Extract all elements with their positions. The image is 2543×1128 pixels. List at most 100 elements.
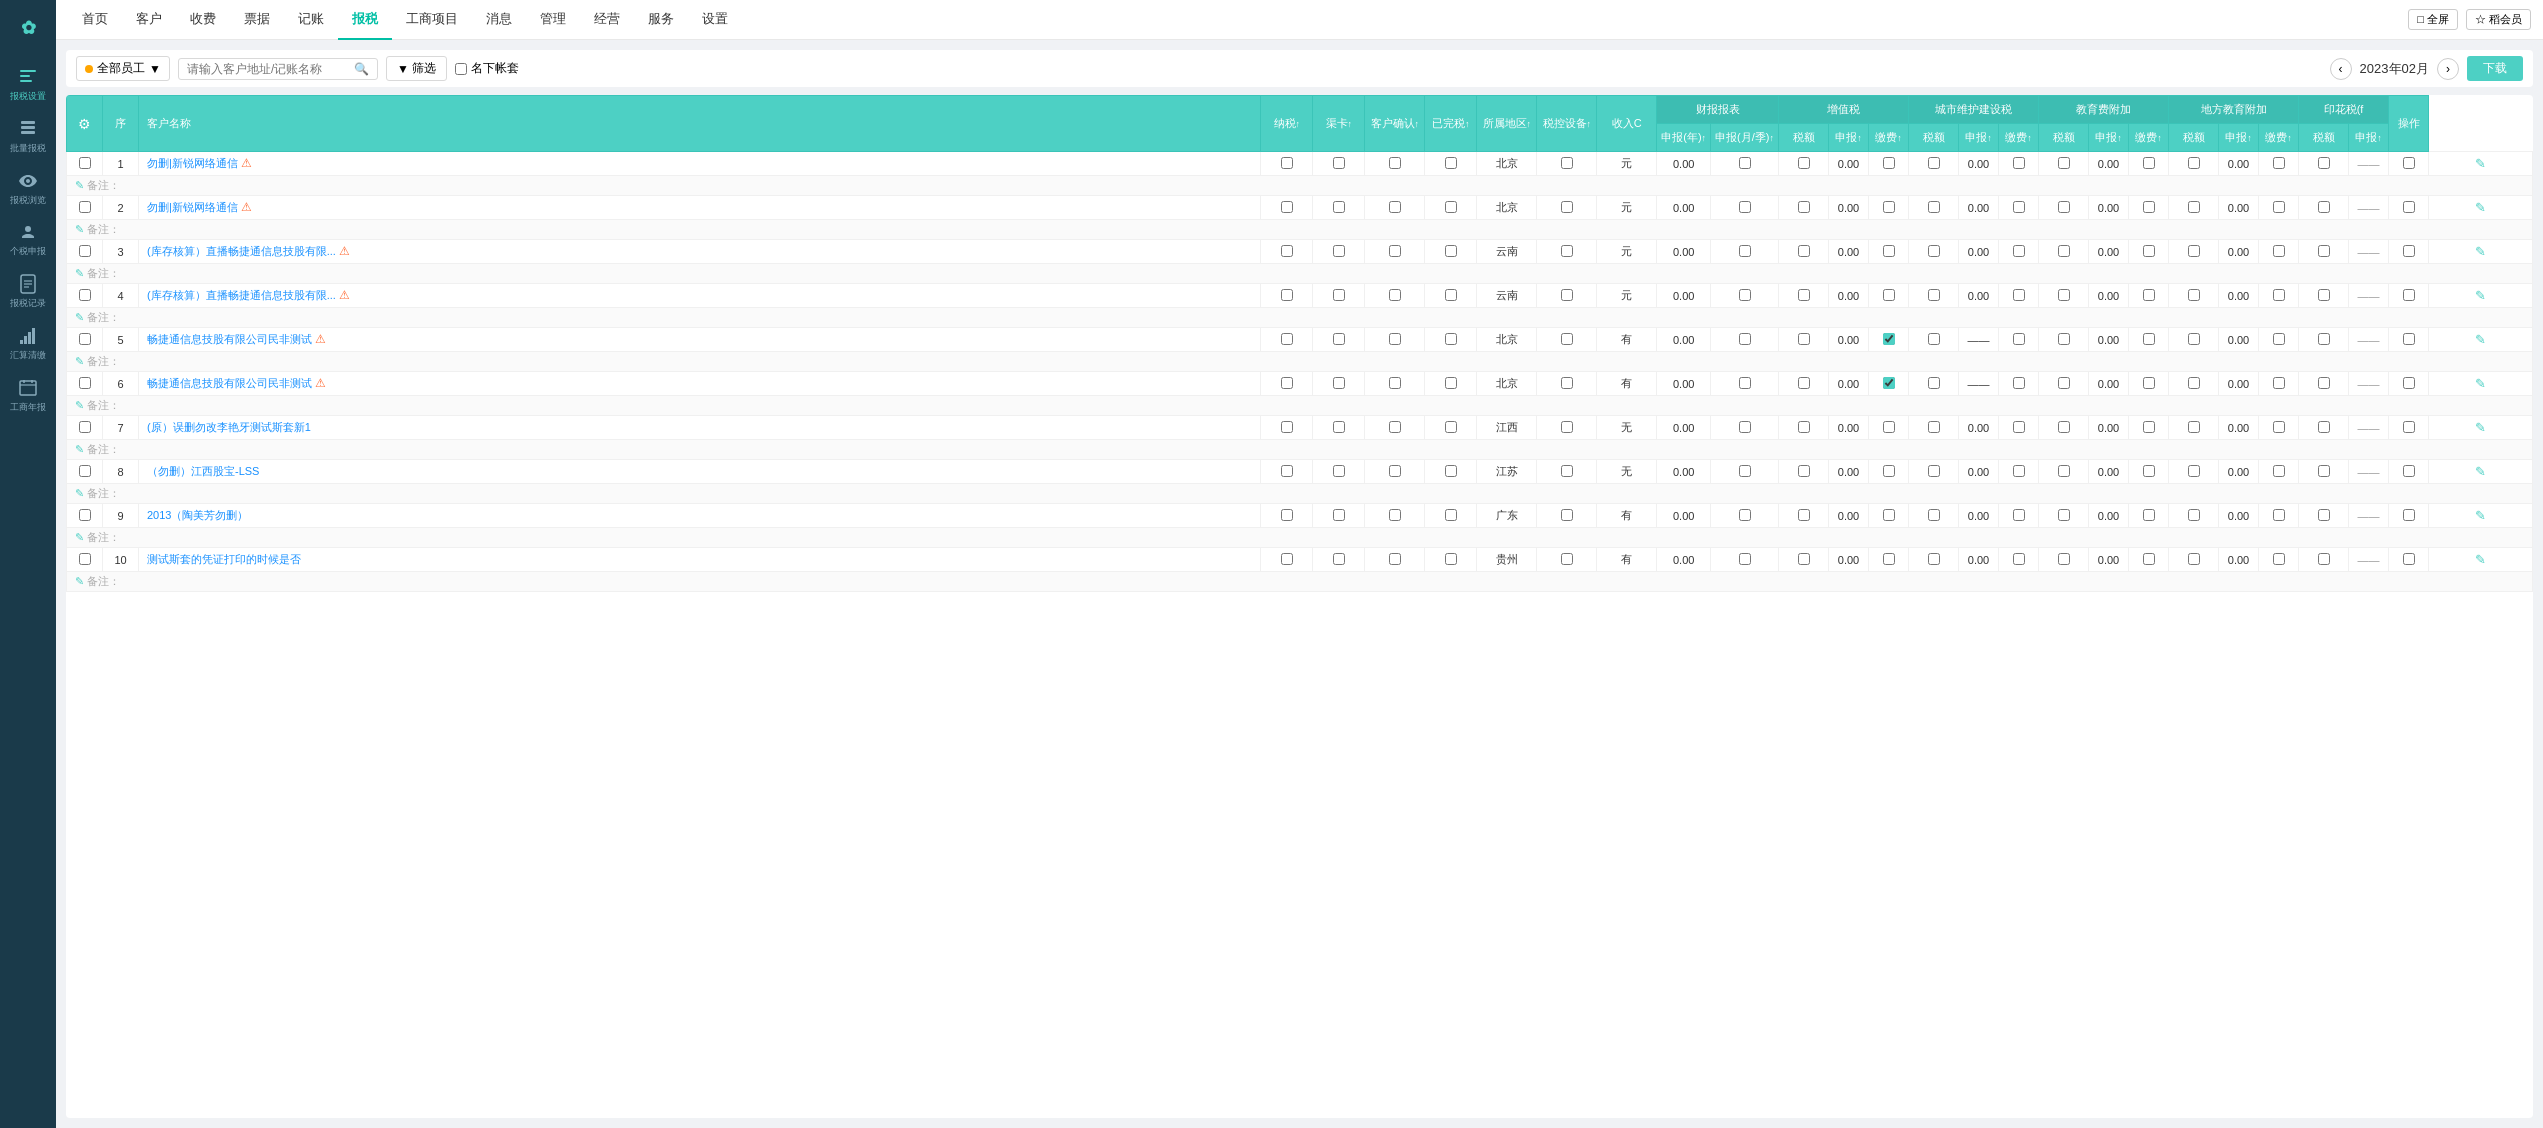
- nav-accounting[interactable]: 记账: [284, 0, 338, 40]
- row-edu-filed[interactable]: [2129, 328, 2169, 352]
- row-urban-paid[interactable]: [2039, 152, 2089, 176]
- row-vat-filed[interactable]: [1869, 152, 1909, 176]
- row-fin-month[interactable]: [1779, 284, 1829, 308]
- fullscreen-btn[interactable]: □ 全屏: [2408, 9, 2458, 30]
- row-local-edu-filed[interactable]: [2259, 460, 2299, 484]
- th-region[interactable]: 所属地区↑: [1477, 96, 1537, 152]
- th-local-edu-filed[interactable]: 申报↑: [2219, 124, 2259, 152]
- row-urban-paid[interactable]: [2039, 328, 2089, 352]
- row-edu-paid[interactable]: [2169, 504, 2219, 528]
- row-urban-filed[interactable]: [1999, 372, 2039, 396]
- row-stamp-filed[interactable]: [2389, 152, 2429, 176]
- nav-home[interactable]: 首页: [68, 0, 122, 40]
- row-local-edu-filed[interactable]: [2259, 372, 2299, 396]
- row-urban-paid[interactable]: [2039, 196, 2089, 220]
- row-local-edu-filed[interactable]: [2259, 284, 2299, 308]
- row-local-edu-filed[interactable]: [2259, 196, 2299, 220]
- row-checkbox-cell[interactable]: [67, 152, 103, 176]
- filter-button[interactable]: ▼ 筛选: [386, 56, 447, 81]
- edit-icon[interactable]: ✎: [2475, 156, 2486, 171]
- row-local-edu-paid[interactable]: [2299, 460, 2349, 484]
- row-checkbox-cell[interactable]: [67, 548, 103, 572]
- row-local-edu-paid[interactable]: [2299, 372, 2349, 396]
- note-cell[interactable]: ✎ 备注：: [67, 572, 2533, 592]
- nav-invoice[interactable]: 票据: [230, 0, 284, 40]
- row-vat-filed[interactable]: [1869, 328, 1909, 352]
- th-urban-filed[interactable]: 申报↑: [1959, 124, 1999, 152]
- th-done[interactable]: 已完税↑: [1425, 96, 1477, 152]
- row-vat-paid[interactable]: [1909, 548, 1959, 572]
- row-vat-filed[interactable]: [1869, 372, 1909, 396]
- th-vat-filed[interactable]: 申报↑: [1829, 124, 1869, 152]
- row-vat-paid[interactable]: [1909, 416, 1959, 440]
- row-action[interactable]: ✎: [2429, 196, 2533, 220]
- row-stamp-filed[interactable]: [2389, 504, 2429, 528]
- row-vat-filed[interactable]: [1869, 196, 1909, 220]
- nav-service[interactable]: 服务: [634, 0, 688, 40]
- row-fin-year[interactable]: [1711, 196, 1779, 220]
- row-action[interactable]: ✎: [2429, 328, 2533, 352]
- row-fin-month[interactable]: [1779, 460, 1829, 484]
- row-edu-paid[interactable]: [2169, 460, 2219, 484]
- row-fin-month[interactable]: [1779, 196, 1829, 220]
- note-edit-icon[interactable]: ✎: [75, 443, 84, 455]
- row-client-name[interactable]: 勿删|新锐网络通信⚠: [139, 152, 1261, 176]
- row-urban-paid[interactable]: [2039, 460, 2089, 484]
- row-local-edu-paid[interactable]: [2299, 240, 2349, 264]
- row-fin-month[interactable]: [1779, 504, 1829, 528]
- row-vat-filed[interactable]: [1869, 460, 1909, 484]
- next-date-btn[interactable]: ›: [2437, 58, 2459, 80]
- row-urban-paid[interactable]: [2039, 548, 2089, 572]
- nav-management[interactable]: 管理: [526, 0, 580, 40]
- row-vat-paid[interactable]: [1909, 372, 1959, 396]
- row-urban-paid[interactable]: [2039, 284, 2089, 308]
- row-fin-month[interactable]: [1779, 328, 1829, 352]
- th-revenue[interactable]: 收入C: [1597, 96, 1657, 152]
- note-edit-icon[interactable]: ✎: [75, 487, 84, 499]
- row-client-name[interactable]: 勿删|新锐网络通信⚠: [139, 196, 1261, 220]
- row-fin-month[interactable]: [1779, 240, 1829, 264]
- row-vat-paid[interactable]: [1909, 152, 1959, 176]
- sidebar-item-tax-settings[interactable]: 报税设置: [0, 58, 56, 110]
- row-urban-filed[interactable]: [1999, 152, 2039, 176]
- note-edit-icon[interactable]: ✎: [75, 267, 84, 279]
- row-action[interactable]: ✎: [2429, 416, 2533, 440]
- note-edit-icon[interactable]: ✎: [75, 399, 84, 411]
- th-edu-paid[interactable]: 缴费↑: [2129, 124, 2169, 152]
- edit-icon[interactable]: ✎: [2475, 288, 2486, 303]
- row-local-edu-filed[interactable]: [2259, 240, 2299, 264]
- row-edu-filed[interactable]: [2129, 196, 2169, 220]
- row-edu-filed[interactable]: [2129, 152, 2169, 176]
- named-accounts-checkbox[interactable]: [455, 63, 467, 75]
- row-urban-filed[interactable]: [1999, 548, 2039, 572]
- th-vat-paid[interactable]: 缴费↑: [1869, 124, 1909, 152]
- row-urban-filed[interactable]: [1999, 416, 2039, 440]
- row-checkbox-cell[interactable]: [67, 328, 103, 352]
- note-cell[interactable]: ✎ 备注：: [67, 484, 2533, 504]
- row-edu-paid[interactable]: [2169, 548, 2219, 572]
- row-fin-year[interactable]: [1711, 548, 1779, 572]
- row-urban-paid[interactable]: [2039, 504, 2089, 528]
- sidebar-item-annual-tax[interactable]: 工商年报: [0, 369, 56, 421]
- row-local-edu-filed[interactable]: [2259, 328, 2299, 352]
- row-fin-year[interactable]: [1711, 460, 1779, 484]
- row-edu-paid[interactable]: [2169, 416, 2219, 440]
- row-client-name[interactable]: (原）误删勿改李艳牙测试斯套新1: [139, 416, 1261, 440]
- row-action[interactable]: ✎: [2429, 460, 2533, 484]
- row-fin-month[interactable]: [1779, 548, 1829, 572]
- edit-icon[interactable]: ✎: [2475, 464, 2486, 479]
- nav-settings[interactable]: 设置: [688, 0, 742, 40]
- row-client-name[interactable]: (库存核算）直播畅捷通信息技股有限...⚠: [139, 240, 1261, 264]
- th-cancel-card[interactable]: 渠卡↑: [1313, 96, 1365, 152]
- th-tax-control[interactable]: 税控设备↑: [1537, 96, 1597, 152]
- edit-icon[interactable]: ✎: [2475, 508, 2486, 523]
- row-edu-paid[interactable]: [2169, 196, 2219, 220]
- row-edu-paid[interactable]: [2169, 240, 2219, 264]
- row-edu-filed[interactable]: [2129, 460, 2169, 484]
- row-local-edu-paid[interactable]: [2299, 284, 2349, 308]
- note-cell[interactable]: ✎ 备注：: [67, 352, 2533, 372]
- nav-message[interactable]: 消息: [472, 0, 526, 40]
- edit-icon[interactable]: ✎: [2475, 200, 2486, 215]
- row-fin-month[interactable]: [1779, 372, 1829, 396]
- row-stamp-filed[interactable]: [2389, 548, 2429, 572]
